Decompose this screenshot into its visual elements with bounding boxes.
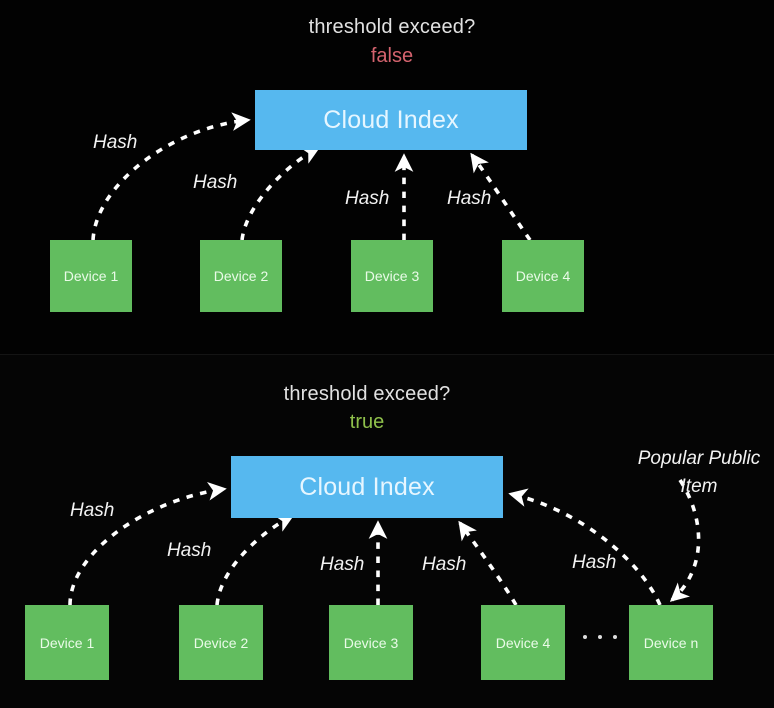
- question-label-bottom: threshold exceed?: [283, 383, 451, 405]
- ellipsis-dot: [598, 635, 602, 639]
- device-label-top-2: Device 2: [213, 268, 269, 284]
- answer-label-bottom: true: [349, 411, 385, 433]
- device-label-bottom-n: Device n: [643, 634, 699, 651]
- device-box-bottom-2[interactable]: Device 2: [179, 605, 263, 680]
- device-label-top-4: Device 4: [515, 268, 571, 284]
- answer-label-top: false: [370, 45, 414, 67]
- device-box-bottom-4[interactable]: Device 4: [481, 605, 565, 680]
- cloud-index-box-top[interactable]: Cloud Index: [255, 90, 527, 150]
- device-box-bottom-3[interactable]: Device 3: [329, 605, 413, 680]
- popular-public-item-line2: Item: [680, 476, 718, 497]
- device-box-bottom-1[interactable]: Device 1: [25, 605, 109, 680]
- popular-public-item-annotation: Popular Public Item: [624, 445, 774, 501]
- device-label-top-1: Device 1: [63, 268, 119, 284]
- device-label-bottom-2: Device 2: [193, 634, 249, 651]
- device-box-top-4[interactable]: Device 4: [502, 240, 584, 312]
- device-label-bottom-4: Device 4: [495, 634, 551, 651]
- edge-label-bottom-3: Hash: [320, 554, 365, 575]
- device-box-top-3[interactable]: Device 3: [351, 240, 433, 312]
- edge-label-bottom-2: Hash: [167, 540, 212, 561]
- edge-label-top-2: Hash: [193, 172, 238, 193]
- diagram-canvas: threshold exceed? false Cloud Index Devi…: [0, 0, 774, 708]
- panel-divider: [0, 354, 774, 355]
- ellipsis-dot: [583, 635, 587, 639]
- device-label-bottom-3: Device 3: [343, 634, 399, 651]
- device-label-bottom-1: Device 1: [39, 634, 95, 651]
- device-ellipsis: [583, 635, 617, 639]
- device-box-top-1[interactable]: Device 1: [50, 240, 132, 312]
- ellipsis-dot: [613, 635, 617, 639]
- question-label-top: threshold exceed?: [308, 16, 476, 38]
- popular-public-item-line1: Popular Public: [637, 448, 761, 469]
- edge-label-top-3: Hash: [345, 188, 390, 209]
- edge-label-bottom-4: Hash: [422, 554, 467, 575]
- edge-label-bottom-n: Hash: [572, 552, 617, 573]
- edge-label-bottom-1: Hash: [70, 500, 115, 521]
- device-label-top-3: Device 3: [364, 268, 420, 284]
- cloud-index-box-bottom[interactable]: Cloud Index: [231, 456, 503, 518]
- device-box-bottom-n[interactable]: Device n: [629, 605, 713, 680]
- edge-label-top-4: Hash: [447, 188, 492, 209]
- device-box-top-2[interactable]: Device 2: [200, 240, 282, 312]
- edge-label-top-1: Hash: [93, 132, 138, 153]
- cloud-index-label-bottom: Cloud Index: [299, 472, 435, 501]
- cloud-index-label-top: Cloud Index: [323, 105, 459, 134]
